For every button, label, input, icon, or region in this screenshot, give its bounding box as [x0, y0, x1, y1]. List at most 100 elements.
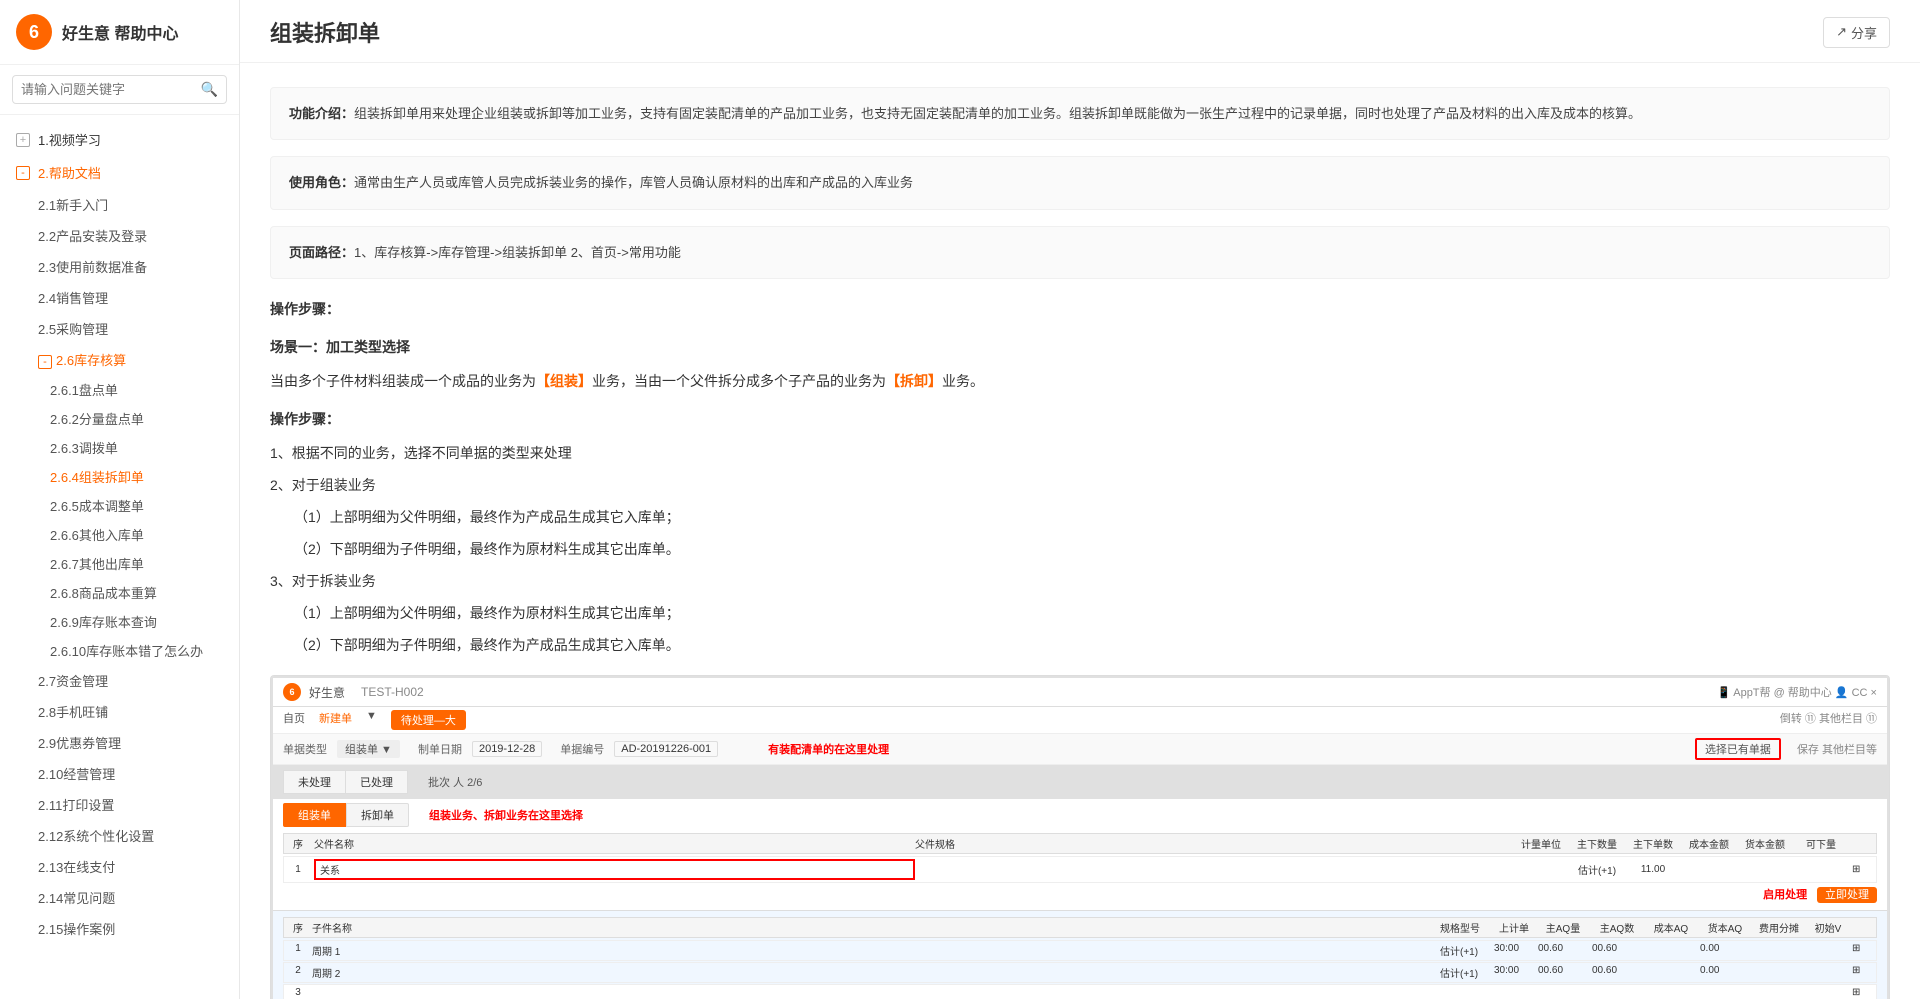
ss-sub-row1: 1 周期 1 估计(+1) 30:00 00.60 00.60 0.00 ⊞ [283, 940, 1877, 961]
sidebar-item-2.5[interactable]: 2.5采购管理 [38, 313, 239, 344]
ss-logo-icon: 6 [283, 683, 301, 701]
sidebar-item-2.11[interactable]: 2.11打印设置 [38, 789, 239, 820]
sidebar-item-label-docs: 2.帮助文档 [38, 163, 101, 182]
sidebar-item-2.2[interactable]: 2.2产品安装及登录 [38, 220, 239, 251]
ss-parent-table-header: 序 父件名称 父件规格 计量单位 主下数量 主下单数 成本金额 货本金额 可下量 [283, 833, 1877, 854]
logo-area: 6 好生意 帮助中心 [0, 0, 239, 65]
sidebar-item-2.10[interactable]: 2.10经营管理 [38, 758, 239, 789]
role-block: 使用角色：通常由生产人员或库管人员完成拆装业务的操作，库管人员确认原材料的出库和… [270, 156, 1890, 209]
role-label: 使用角色： [289, 175, 354, 190]
ss-tab-done[interactable]: 已处理 [345, 770, 408, 794]
ss-callout2: 组装业务、拆卸业务在这里选择 [429, 807, 583, 823]
ss-form-region: 组装单 拆卸单 组装业务、拆卸业务在这里选择 序 父件名称 父件规格 计量单位 … [273, 799, 1887, 910]
sidebar-item-docs[interactable]: - 2.帮助文档 [0, 156, 239, 189]
main-content: 功能介绍：组装拆卸单用来处理企业组装或拆卸等加工业务，支持有固定装配清单的产品加… [240, 63, 1920, 999]
collapse-icon-docs: - [16, 166, 30, 180]
sidebar-item-2.9[interactable]: 2.9优惠券管理 [38, 727, 239, 758]
sidebar-item-label-video: 1.视频学习 [38, 130, 101, 149]
ss-menu-bar: 自页 新建单 ▼ 待处理—大 倒转 ⑪ 其他栏目 ⑪ [273, 707, 1887, 734]
scenario1-desc: 当由多个子件材料组装成一个成品的业务为【组装】业务，当由一个父件拆分成多个子产品… [270, 367, 1890, 395]
intro-text: 组装拆卸单用来处理企业组装或拆卸等加工业务，支持有固定装配清单的产品加工业务，也… [354, 106, 1641, 121]
ss-bill-val: AD-20191226-001 [614, 741, 718, 757]
sidebar-item-2.13[interactable]: 2.13在线支付 [38, 851, 239, 882]
ss-callout3-area: 启用处理 立即处理 [283, 885, 1877, 902]
intro-block: 功能介绍：组装拆卸单用来处理企业组装或拆卸等加工业务，支持有固定装配清单的产品加… [270, 87, 1890, 140]
step3: 3、对于拆装业务 [270, 567, 1890, 595]
sidebar-item-2.7[interactable]: 2.7资金管理 [38, 665, 239, 696]
sidebar-item-2.6.1[interactable]: 2.6.1盘点单 [50, 375, 239, 404]
sidebar-item-2.6.8[interactable]: 2.6.8商品成本重算 [50, 578, 239, 607]
ss-type-tabs-row: 组装单 拆卸单 组装业务、拆卸业务在这里选择 [283, 803, 1877, 827]
sidebar-item-2.14[interactable]: 2.14常见问题 [38, 882, 239, 913]
search-area: 🔍 [0, 65, 239, 115]
ss-sub-area: 序 子件名称 规格型号 上计单 主AQ量 主AQ数 成本AQ 货本AQ 费用分摊… [273, 910, 1887, 999]
sidebar-item-2.8[interactable]: 2.8手机旺铺 [38, 696, 239, 727]
ss-doc-type-val: 组装单 ▼ [337, 740, 400, 758]
intro-label: 功能介绍： [289, 106, 354, 121]
share-icon: ↗ [1836, 24, 1847, 40]
sidebar-item-2.3[interactable]: 2.3使用前数据准备 [38, 251, 239, 282]
path-label: 页面路径： [289, 245, 354, 260]
logo-icon: 6 [16, 14, 52, 50]
sidebar-item-2.6.9[interactable]: 2.6.9库存账本查询 [50, 607, 239, 636]
ss-doc-type-label: 单据类型 [283, 741, 327, 757]
nav-section-docs: - 2.帮助文档 2.1新手入门 2.2产品安装及登录 2.3使用前数据准备 2… [0, 156, 239, 944]
expand-icon-video: + [16, 133, 30, 147]
sidebar-item-2.6.2[interactable]: 2.6.2分量盘点单 [50, 404, 239, 433]
sidebar-item-2.6[interactable]: -2.6库存核算 [38, 344, 239, 375]
sidebar-item-2.12[interactable]: 2.12系统个性化设置 [38, 820, 239, 851]
ss-type-tab-disassemble[interactable]: 拆卸单 [346, 803, 409, 827]
ss-callout3: 启用处理 [1763, 889, 1807, 901]
ss-tab-pending[interactable]: 未处理 [283, 770, 346, 794]
role-text: 通常由生产人员或库管人员完成拆装业务的操作，库管人员确认原材料的出库和产成品的入… [354, 175, 913, 190]
search-box: 🔍 [12, 75, 227, 104]
ss-process-btn[interactable]: 立即处理 [1817, 887, 1877, 903]
ops-title: 操作步骤： [270, 295, 1890, 323]
ss-parent-row1: 1 关系 估计(+1) 11.00 ⊞ [283, 856, 1877, 883]
step3-1: （1）上部明细为父件明细，最终作为原材料生成其它出库单； [270, 599, 1890, 627]
sidebar-item-2.6.6[interactable]: 2.6.6其他入库单 [50, 520, 239, 549]
ss-bill-label: 单据编号 [560, 741, 604, 757]
sidebar-item-2.6.7[interactable]: 2.6.7其他出库单 [50, 549, 239, 578]
ss-menu-newdoc: 新建单 [319, 710, 352, 730]
ss-sub-table-header: 序 子件名称 规格型号 上计单 主AQ量 主AQ数 成本AQ 货本AQ 费用分摊… [283, 917, 1877, 938]
sidebar-item-2.6.4[interactable]: 2.6.4组装拆卸单 [50, 462, 239, 491]
sidebar-item-2.6.5[interactable]: 2.6.5成本调整单 [50, 491, 239, 520]
share-button[interactable]: ↗ 分享 [1823, 17, 1890, 48]
sidebar-item-video[interactable]: + 1.视频学习 [0, 123, 239, 156]
ss-parent-name-input[interactable]: 关系 [314, 859, 915, 880]
nav-grandchildren-2.6: 2.6.1盘点单 2.6.2分量盘点单 2.6.3调拨单 2.6.4组装拆卸单 … [38, 375, 239, 665]
main-panel: 组装拆卸单 ↗ 分享 功能介绍：组装拆卸单用来处理企业组装或拆卸等加工业务，支持… [240, 0, 1920, 999]
ss-type-tab-assemble[interactable]: 组装单 [283, 803, 346, 827]
ss-icons: 📱 AppT帮 @ 帮助中心 👤 CC × [1717, 684, 1877, 700]
sidebar-item-2.6.10[interactable]: 2.6.10库存账本错了怎么办 [50, 636, 239, 665]
main-header: 组装拆卸单 ↗ 分享 [240, 0, 1920, 63]
ss-menu-home: 自页 [283, 710, 305, 730]
step3-2: （2）下部明细为子件明细，最终作为产成品生成其它入库单。 [270, 631, 1890, 659]
sidebar-item-2.4[interactable]: 2.4销售管理 [38, 282, 239, 313]
ss-tabs-row: 未处理 已处理 批次 人 2/6 [273, 765, 1887, 799]
step2-1: （1）上部明细为父件明细，最终作为产成品生成其它入库单； [270, 503, 1890, 531]
ss-pending-btn: 待处理—大 [391, 710, 466, 730]
ss-test-id: TEST-H002 [361, 685, 424, 699]
ss-sub-row2: 2 周期 2 估计(+1) 30:00 00.60 00.60 0.00 ⊞ [283, 962, 1877, 983]
collapse-icon-2.6: - [38, 355, 52, 369]
ss-menu-ext: ▼ [366, 710, 377, 730]
ss-app-name: 好生意 [309, 684, 345, 701]
logo-text: 好生意 帮助中心 [62, 20, 178, 44]
nav-children-docs: 2.1新手入门 2.2产品安装及登录 2.3使用前数据准备 2.4销售管理 2.… [0, 189, 239, 944]
ss-select-bill-btn: 选择已有单据 [1695, 738, 1781, 760]
ss-count-label: 批次 人 2/6 [428, 774, 482, 790]
scenario1-title: 场景一：加工类型选择 [270, 333, 1890, 361]
sidebar-item-2.1[interactable]: 2.1新手入门 [38, 189, 239, 220]
ss-save-btn: 保存 其他栏目等 [1797, 741, 1877, 757]
nav-section-video: + 1.视频学习 [0, 123, 239, 156]
ss-sub-row3: 3 ⊞ [283, 984, 1877, 999]
search-input[interactable] [21, 82, 201, 97]
sidebar: 6 好生意 帮助中心 🔍 + 1.视频学习 - 2.帮助文档 2.1新手入门 2… [0, 0, 240, 999]
sidebar-item-2.6.3[interactable]: 2.6.3调拨单 [50, 433, 239, 462]
search-icon[interactable]: 🔍 [201, 81, 218, 98]
sidebar-item-2.15[interactable]: 2.15操作案例 [38, 913, 239, 944]
screenshot-container: 6 好生意 TEST-H002 📱 AppT帮 @ 帮助中心 👤 CC × 自页… [270, 675, 1890, 999]
ss-doc-header: 单据类型 组装单 ▼ 制单日期 2019-12-28 单据编号 AD-20191… [273, 734, 1887, 765]
